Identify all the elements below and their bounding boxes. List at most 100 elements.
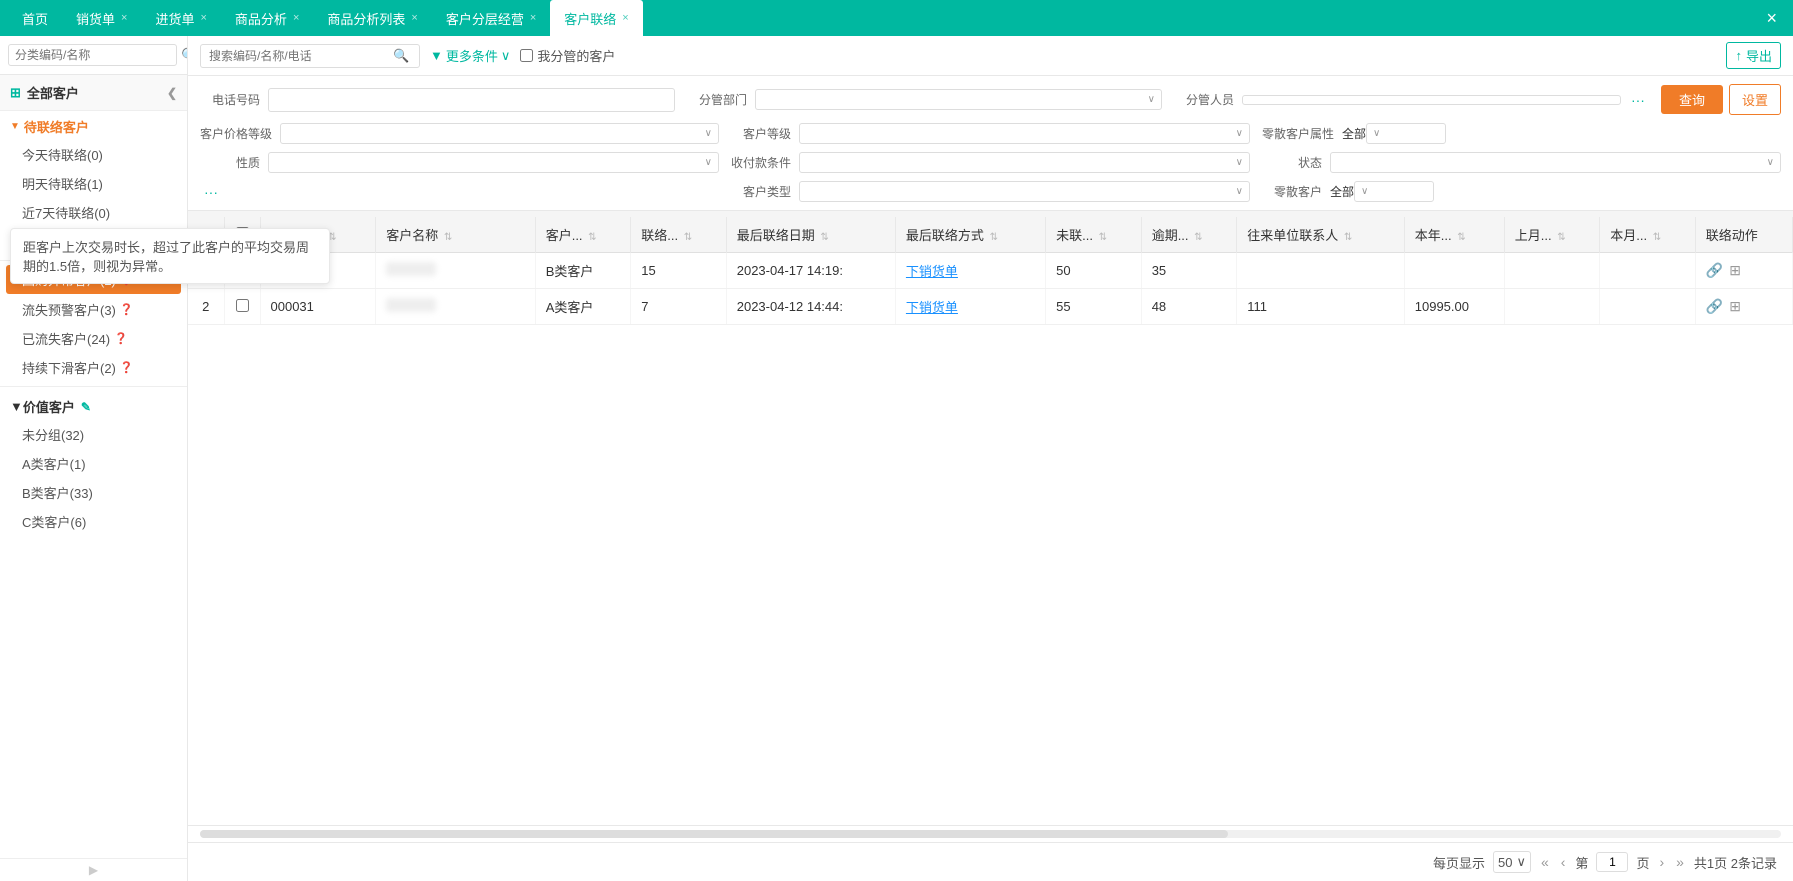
filter-search-icon[interactable]: 🔍	[393, 48, 409, 64]
col-last-type[interactable]: 最后联络方式 ⇅	[895, 217, 1045, 253]
grid-action-icon[interactable]: ⊞	[1729, 262, 1741, 279]
payment-select[interactable]: ∨	[799, 152, 1250, 173]
main-layout: 🔍 ⊞ 全部客户 ❮ ▼ 待联络客户 今天待联络(0) 明天待联络(1) 近7天…	[0, 36, 1793, 881]
col-no-contact[interactable]: 未联... ⇅	[1046, 217, 1142, 253]
price-level-select[interactable]: ∨	[280, 123, 719, 144]
close-icon[interactable]: ×	[411, 12, 417, 24]
link-action-icon[interactable]: 🔗	[1706, 298, 1723, 315]
my-customer-checkbox[interactable]	[520, 49, 533, 62]
export-icon: ↑	[1735, 48, 1742, 63]
col-level[interactable]: 客户... ⇅	[535, 217, 631, 253]
col-last-date[interactable]: 最后联络日期 ⇅	[726, 217, 895, 253]
close-icon[interactable]: ×	[622, 12, 628, 24]
row-code: 000031	[260, 289, 376, 325]
sidebar-all-customers[interactable]: ⊞ 全部客户 ❮	[0, 75, 187, 111]
h-scrollbar-thumb[interactable]	[200, 830, 1228, 838]
customer-level-select[interactable]: ∨	[799, 123, 1250, 144]
col-name[interactable]: 客户名称 ⇅	[376, 217, 536, 253]
close-icon[interactable]: ×	[530, 12, 536, 24]
query-button[interactable]: 查询	[1661, 85, 1723, 114]
sidebar-item-class-c[interactable]: C类客户(6)	[0, 507, 187, 536]
sidebar-item-tomorrow[interactable]: 明天待联络(1)	[0, 169, 187, 198]
sidebar-item-7days[interactable]: 近7天待联络(0)	[0, 198, 187, 227]
nature-select[interactable]: ∨	[268, 152, 719, 173]
close-window-button[interactable]: ×	[1758, 8, 1785, 29]
col-last-month[interactable]: 上月... ⇅	[1504, 217, 1600, 253]
sidebar-item-today[interactable]: 今天待联络(0)	[0, 140, 187, 169]
link-action-icon[interactable]: 🔗	[1706, 262, 1723, 279]
filter-search-input[interactable]	[209, 49, 389, 63]
nav-customer-segment[interactable]: 客户分层经营 ×	[432, 0, 550, 36]
more-conditions-btn[interactable]: ▼ 更多条件 ∨	[430, 46, 510, 65]
nav-home[interactable]: 首页	[8, 0, 62, 36]
col-contact-person[interactable]: 往来单位联系人 ⇅	[1237, 217, 1405, 253]
data-table-wrapper[interactable]: ⚙ 客户编码 ⇅ 客户名称 ⇅ 客户...	[188, 217, 1793, 825]
dept-select[interactable]: ∨	[755, 89, 1162, 110]
export-button[interactable]: ↑ 导出	[1726, 42, 1781, 69]
first-page-button[interactable]: «	[1539, 854, 1551, 870]
sidebar-group-value[interactable]: ▼ 价值客户 ✎	[0, 391, 187, 420]
my-customer-checkbox-area[interactable]: 我分管的客户	[520, 46, 615, 65]
ellipsis-btn-left[interactable]: ···	[200, 184, 222, 200]
row-this-year	[1404, 253, 1504, 289]
row-last-type[interactable]: 下销货单	[895, 289, 1045, 325]
status-label: 状态	[1262, 154, 1322, 171]
sort-icon: ⇅	[684, 232, 692, 243]
col-this-month[interactable]: 本月... ⇅	[1600, 217, 1696, 253]
page-number-input[interactable]	[1596, 852, 1628, 872]
manager-input[interactable]	[1242, 95, 1621, 105]
sidebar-item-churned[interactable]: 已流失客户(24) ❓	[0, 324, 187, 353]
sidebar: 🔍 ⊞ 全部客户 ❮ ▼ 待联络客户 今天待联络(0) 明天待联络(1) 近7天…	[0, 36, 188, 881]
sidebar-collapse-btn[interactable]: ▶	[89, 863, 98, 877]
sidebar-item-class-a[interactable]: A类客户(1)	[0, 449, 187, 478]
ellipsis-button[interactable]: ···	[1627, 92, 1649, 108]
settings-button[interactable]: 设置	[1729, 84, 1781, 115]
nav-purchase[interactable]: 进货单 ×	[141, 0, 220, 36]
customer-type-select[interactable]: ∨	[799, 181, 1250, 202]
col-contact-count[interactable]: 联络... ⇅	[631, 217, 727, 253]
row-last-type[interactable]: 下销货单	[895, 253, 1045, 289]
close-icon[interactable]: ×	[121, 12, 127, 24]
sidebar-group-pending[interactable]: ▼ 待联络客户	[0, 111, 187, 140]
sidebar-search-icon[interactable]: 🔍	[181, 47, 188, 64]
grid-icon: ⊞	[10, 85, 21, 101]
page-label: 第	[1575, 853, 1588, 872]
filter-customer-type: 客户类型 ∨	[731, 181, 1250, 202]
sidebar-search-input[interactable]	[8, 44, 177, 66]
h-scrollbar-area	[188, 825, 1793, 842]
h-scrollbar-track[interactable]	[200, 830, 1781, 838]
sidebar-item-unclassified[interactable]: 未分组(32)	[0, 420, 187, 449]
per-page-select[interactable]: 50 ∨	[1493, 851, 1531, 873]
nav-product-analysis-list[interactable]: 商品分析列表 ×	[313, 0, 431, 36]
sidebar-item-churn-warning[interactable]: 流失预警客户(3) ❓	[0, 295, 187, 324]
close-icon[interactable]: ×	[293, 12, 299, 24]
row-last-month	[1504, 253, 1600, 289]
row-checkbox[interactable]	[236, 299, 249, 312]
nav-sales[interactable]: 销货单 ×	[62, 0, 141, 36]
close-icon[interactable]: ×	[200, 12, 206, 24]
sidebar-item-class-b[interactable]: B类客户(33)	[0, 478, 187, 507]
prev-page-button[interactable]: ‹	[1559, 854, 1568, 870]
action-icons: 🔗 ⊞	[1706, 262, 1782, 279]
next-page-button[interactable]: ›	[1657, 854, 1666, 870]
row-contact-person: 111	[1237, 289, 1405, 325]
chevron-down-icon: ∨	[1516, 854, 1526, 870]
row-level: B类客户	[535, 253, 631, 289]
last-page-button[interactable]: »	[1674, 854, 1686, 870]
edit-icon[interactable]: ✎	[81, 400, 91, 414]
col-this-year[interactable]: 本年... ⇅	[1404, 217, 1504, 253]
grid-action-icon[interactable]: ⊞	[1729, 298, 1741, 315]
collapse-icon[interactable]: ❮	[167, 86, 177, 100]
nav-product-analysis[interactable]: 商品分析 ×	[221, 0, 313, 36]
sidebar-item-declining[interactable]: 持续下滑客户(2) ❓	[0, 353, 187, 382]
nav-customer-contact[interactable]: 客户联络 ×	[550, 0, 642, 36]
col-overdue[interactable]: 逾期... ⇅	[1141, 217, 1237, 253]
phone-input[interactable]	[268, 88, 675, 112]
retail-customer-select[interactable]: ∨	[1354, 181, 1434, 202]
help-icon: ❓	[120, 361, 134, 374]
status-select[interactable]: ∨	[1330, 152, 1781, 173]
retail-attr-select[interactable]: ∨	[1366, 123, 1446, 144]
filter-phone: 电话号码	[200, 88, 675, 112]
row-name	[376, 289, 536, 325]
sort-icon: ⇅	[444, 232, 452, 243]
